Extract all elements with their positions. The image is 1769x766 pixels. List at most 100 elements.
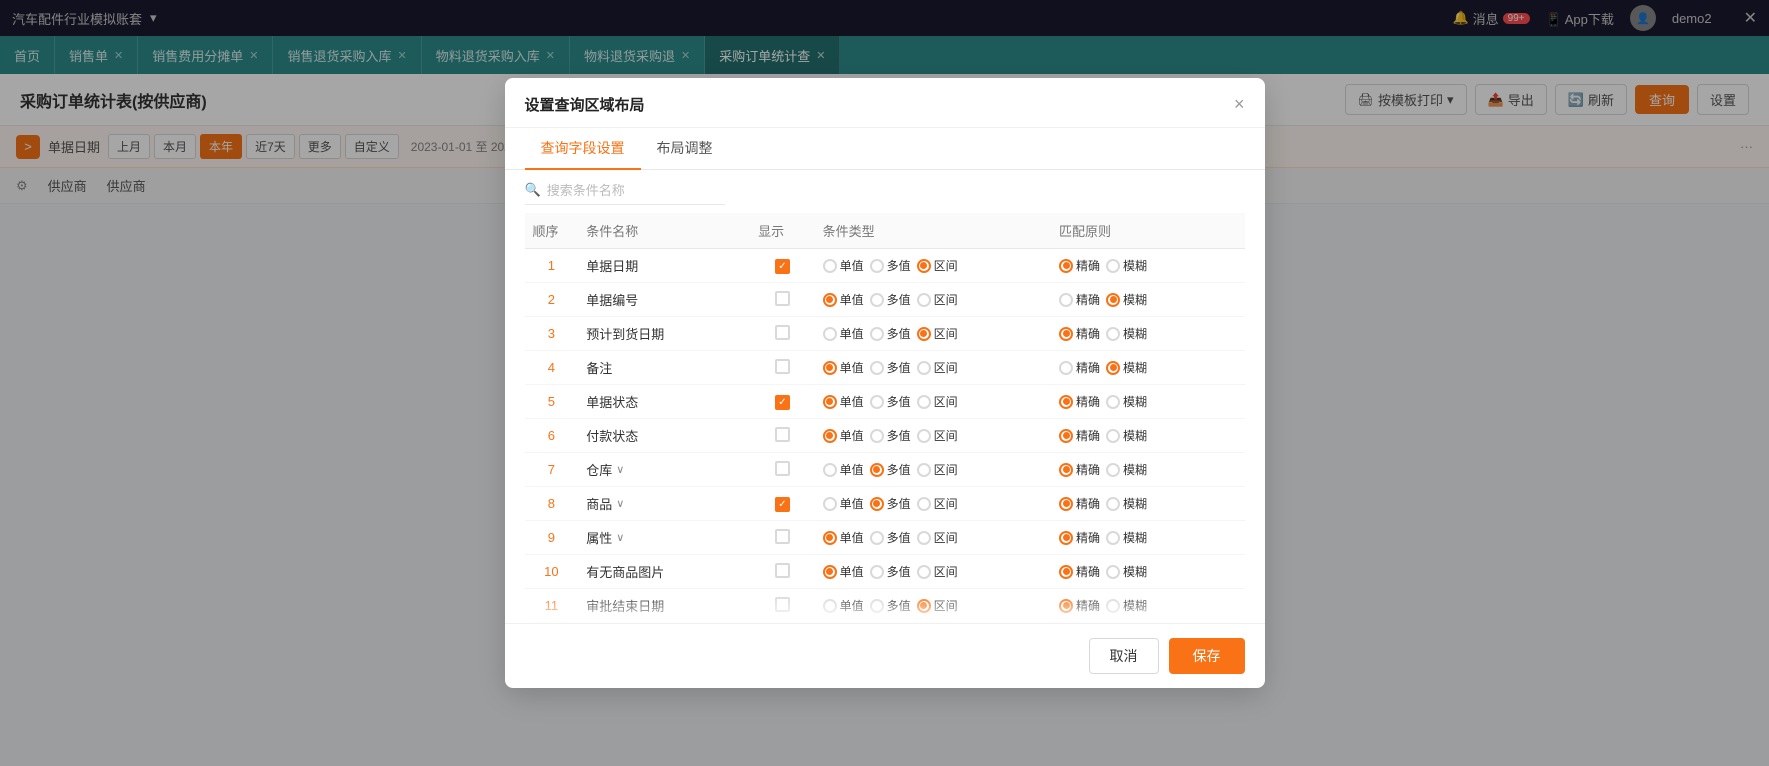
type-radio-item[interactable]: 区间 — [917, 461, 958, 478]
match-radio-item[interactable]: 模糊 — [1106, 461, 1147, 478]
show-checkbox[interactable] — [775, 461, 790, 476]
type-radio-item[interactable]: 多值 — [870, 325, 911, 342]
type-radio-item[interactable]: 区间 — [917, 359, 958, 376]
type-radio-item[interactable]: 多值 — [870, 563, 911, 580]
cell-show[interactable] — [750, 521, 814, 555]
cell-show[interactable] — [750, 589, 814, 623]
type-radio-item[interactable]: 区间 — [917, 393, 958, 410]
match-radio-item[interactable]: 精确 — [1059, 529, 1100, 546]
type-radio-item[interactable]: 多值 — [870, 393, 911, 410]
match-radio-item[interactable]: 模糊 — [1106, 393, 1147, 410]
modal-tab-layout[interactable]: 布局调整 — [641, 128, 729, 170]
type-radio-item[interactable]: 区间 — [917, 597, 958, 614]
type-radio-item[interactable]: 区间 — [917, 257, 958, 274]
cell-type: 单值多值区间 — [815, 385, 1051, 419]
type-radio-item[interactable]: 单值 — [823, 529, 864, 546]
match-radio-item[interactable]: 精确 — [1059, 563, 1100, 580]
show-checkbox[interactable] — [775, 427, 790, 442]
cell-show[interactable] — [750, 419, 814, 453]
search-input[interactable] — [547, 183, 707, 198]
match-radio-item[interactable]: 模糊 — [1106, 359, 1147, 376]
table-row: 2单据编号单值多值区间精确模糊 — [525, 283, 1245, 317]
type-radio-item[interactable]: 单值 — [823, 257, 864, 274]
save-button[interactable]: 保存 — [1169, 638, 1245, 674]
radio-circle — [917, 259, 931, 273]
cell-show[interactable] — [750, 385, 814, 419]
modal-tab-fields[interactable]: 查询字段设置 — [525, 128, 641, 170]
type-radio-item[interactable]: 多值 — [870, 597, 911, 614]
match-radio-item[interactable]: 模糊 — [1106, 563, 1147, 580]
type-radio-item[interactable]: 单值 — [823, 427, 864, 444]
type-radio-item[interactable]: 多值 — [870, 529, 911, 546]
type-radio-item[interactable]: 单值 — [823, 291, 864, 308]
match-radio-item[interactable]: 精确 — [1059, 291, 1100, 308]
radio-circle — [823, 531, 837, 545]
cell-show[interactable] — [750, 487, 814, 521]
cell-order: 6 — [525, 419, 579, 453]
type-radio-item[interactable]: 区间 — [917, 529, 958, 546]
cell-name: 商品 ∨ — [578, 487, 750, 521]
match-radio-item[interactable]: 模糊 — [1106, 529, 1147, 546]
type-radio-item[interactable]: 单值 — [823, 461, 864, 478]
cell-show[interactable] — [750, 249, 814, 283]
cell-show[interactable] — [750, 283, 814, 317]
type-radio-item[interactable]: 单值 — [823, 359, 864, 376]
type-radio-item[interactable]: 多值 — [870, 359, 911, 376]
th-match: 匹配原则 — [1051, 213, 1244, 249]
match-radio-item[interactable]: 精确 — [1059, 359, 1100, 376]
type-radio-item[interactable]: 区间 — [917, 325, 958, 342]
type-radio-item[interactable]: 单值 — [823, 597, 864, 614]
type-radio-item[interactable]: 多值 — [870, 291, 911, 308]
cell-show[interactable] — [750, 351, 814, 385]
match-radio-item[interactable]: 模糊 — [1106, 597, 1147, 614]
match-radio-item[interactable]: 模糊 — [1106, 257, 1147, 274]
match-radio-item[interactable]: 精确 — [1059, 393, 1100, 410]
chevron-down-icon: ∨ — [616, 463, 624, 476]
radio-circle — [1106, 599, 1120, 613]
radio-circle — [917, 531, 931, 545]
cell-show[interactable] — [750, 453, 814, 487]
match-radio-item[interactable]: 模糊 — [1106, 291, 1147, 308]
match-radio-item[interactable]: 精确 — [1059, 325, 1100, 342]
cell-match: 精确模糊 — [1051, 521, 1244, 555]
cell-name: 单据状态 — [578, 385, 750, 419]
type-radio-item[interactable]: 单值 — [823, 563, 864, 580]
type-radio-item[interactable]: 单值 — [823, 495, 864, 512]
type-radio-item[interactable]: 单值 — [823, 325, 864, 342]
show-checkbox[interactable] — [775, 359, 790, 374]
show-checkbox[interactable] — [775, 259, 790, 274]
show-checkbox[interactable] — [775, 325, 790, 340]
show-checkbox[interactable] — [775, 291, 790, 306]
type-radio-item[interactable]: 多值 — [870, 427, 911, 444]
type-radio-item[interactable]: 区间 — [917, 291, 958, 308]
match-radio-item[interactable]: 模糊 — [1106, 495, 1147, 512]
type-radio-item[interactable]: 多值 — [870, 257, 911, 274]
type-radio-item[interactable]: 多值 — [870, 461, 911, 478]
type-radio-item[interactable]: 区间 — [917, 427, 958, 444]
cell-show[interactable] — [750, 317, 814, 351]
modal-close-button[interactable]: × — [1234, 94, 1245, 115]
match-radio-item[interactable]: 精确 — [1059, 597, 1100, 614]
match-radio-item[interactable]: 精确 — [1059, 427, 1100, 444]
show-checkbox[interactable] — [775, 597, 790, 612]
cell-order: 3 — [525, 317, 579, 351]
match-radio-item[interactable]: 模糊 — [1106, 427, 1147, 444]
cell-show[interactable] — [750, 555, 814, 589]
type-radio-item[interactable]: 单值 — [823, 393, 864, 410]
match-radio-item[interactable]: 精确 — [1059, 495, 1100, 512]
match-radio-item[interactable]: 精确 — [1059, 461, 1100, 478]
show-checkbox[interactable] — [775, 529, 790, 544]
cancel-button[interactable]: 取消 — [1089, 638, 1159, 674]
modal-tab-fields-label: 查询字段设置 — [541, 140, 625, 156]
radio-circle — [870, 565, 884, 579]
show-checkbox[interactable] — [775, 497, 790, 512]
radio-circle — [917, 395, 931, 409]
match-radio-item[interactable]: 精确 — [1059, 257, 1100, 274]
type-radio-item[interactable]: 区间 — [917, 495, 958, 512]
show-checkbox[interactable] — [775, 563, 790, 578]
type-radio-item[interactable]: 多值 — [870, 495, 911, 512]
type-radio-item[interactable]: 区间 — [917, 563, 958, 580]
match-radio-item[interactable]: 模糊 — [1106, 325, 1147, 342]
radio-circle — [870, 293, 884, 307]
show-checkbox[interactable] — [775, 395, 790, 410]
